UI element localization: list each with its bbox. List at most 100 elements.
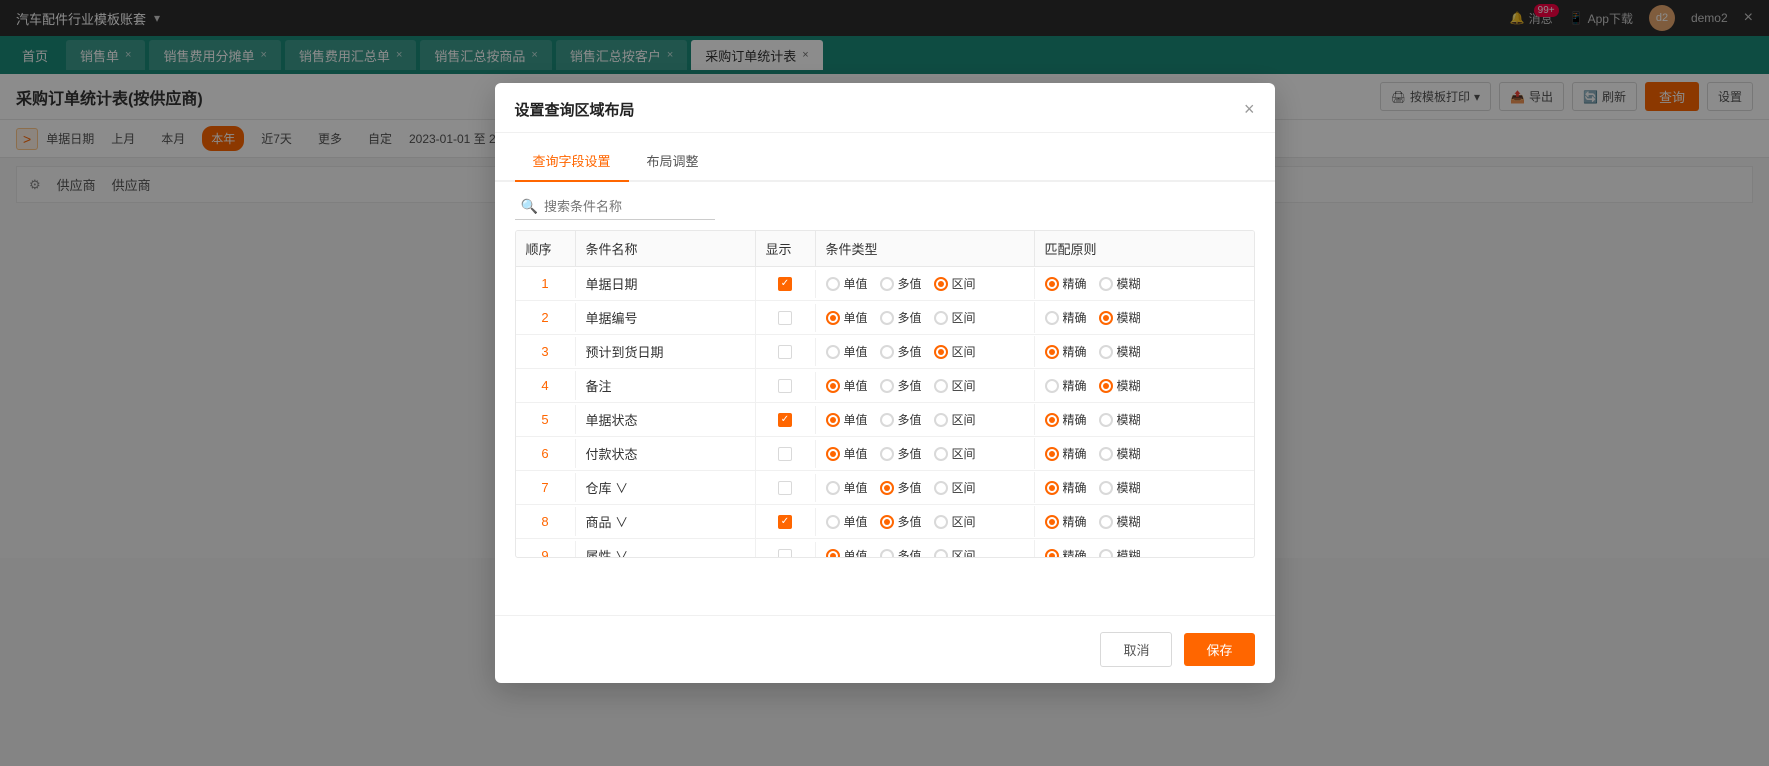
search-input[interactable]: [544, 199, 694, 214]
cell-condition-type: 单值 多值 区间: [816, 336, 1035, 367]
radio-range-label: 区间: [952, 309, 976, 326]
match-exact[interactable]: 精确: [1045, 275, 1087, 292]
display-checkbox[interactable]: [778, 413, 792, 427]
cancel-button[interactable]: 取消: [1100, 632, 1172, 667]
radio-exact-dot: [1045, 481, 1059, 495]
radio-range-label: 区间: [952, 343, 976, 360]
match-exact[interactable]: 精确: [1045, 445, 1087, 462]
condition-multi[interactable]: 多值: [880, 343, 922, 360]
display-checkbox[interactable]: [778, 549, 792, 558]
condition-multi[interactable]: 多值: [880, 411, 922, 428]
display-checkbox[interactable]: [778, 277, 792, 291]
radio-multi-label: 多值: [898, 377, 922, 394]
condition-range[interactable]: 区间: [934, 343, 976, 360]
match-fuzzy[interactable]: 模糊: [1099, 377, 1141, 394]
condition-single[interactable]: 单值: [826, 479, 868, 496]
cell-display[interactable]: [756, 304, 816, 332]
match-exact[interactable]: 精确: [1045, 547, 1087, 557]
match-exact[interactable]: 精确: [1045, 377, 1087, 394]
radio-exact-label: 精确: [1063, 513, 1087, 530]
radio-fuzzy-dot: [1099, 345, 1113, 359]
radio-single-dot: [826, 379, 840, 393]
condition-multi[interactable]: 多值: [880, 479, 922, 496]
radio-fuzzy-dot: [1099, 515, 1113, 529]
dialog-close-button[interactable]: ×: [1244, 99, 1255, 120]
display-checkbox[interactable]: [778, 311, 792, 325]
dialog-tab-fields[interactable]: 查询字段设置: [515, 145, 629, 182]
condition-range[interactable]: 区间: [934, 309, 976, 326]
search-wrapper: 🔍: [515, 194, 715, 220]
radio-range-label: 区间: [952, 275, 976, 292]
match-exact[interactable]: 精确: [1045, 479, 1087, 496]
condition-range[interactable]: 区间: [934, 275, 976, 292]
cell-display[interactable]: [756, 440, 816, 468]
condition-single[interactable]: 单值: [826, 309, 868, 326]
radio-exact-dot: [1045, 379, 1059, 393]
cell-display[interactable]: [756, 406, 816, 434]
search-icon: 🔍: [521, 198, 538, 215]
condition-range[interactable]: 区间: [934, 411, 976, 428]
condition-range[interactable]: 区间: [934, 513, 976, 530]
radio-range-dot: [934, 379, 948, 393]
condition-multi[interactable]: 多值: [880, 547, 922, 557]
radio-exact-label: 精确: [1063, 275, 1087, 292]
condition-single[interactable]: 单值: [826, 343, 868, 360]
condition-single[interactable]: 单值: [826, 513, 868, 530]
radio-single-label: 单值: [844, 479, 868, 496]
match-fuzzy[interactable]: 模糊: [1099, 445, 1141, 462]
cell-match-rule: 精确 模糊: [1035, 438, 1254, 469]
display-checkbox[interactable]: [778, 515, 792, 529]
condition-single[interactable]: 单值: [826, 377, 868, 394]
radio-fuzzy-label: 模糊: [1117, 445, 1141, 462]
dialog-tab-layout[interactable]: 布局调整: [629, 145, 717, 182]
cell-match-rule: 精确 模糊: [1035, 404, 1254, 435]
match-rule-group: 精确 模糊: [1045, 343, 1141, 360]
match-fuzzy[interactable]: 模糊: [1099, 479, 1141, 496]
match-exact[interactable]: 精确: [1045, 513, 1087, 530]
condition-single[interactable]: 单值: [826, 547, 868, 557]
dialog-table: 顺序 条件名称 显示 条件类型 匹配原则 1单据日期 单值 多值 区间: [515, 230, 1255, 558]
cell-display[interactable]: [756, 372, 816, 400]
condition-range[interactable]: 区间: [934, 479, 976, 496]
condition-range[interactable]: 区间: [934, 377, 976, 394]
radio-range-dot: [934, 515, 948, 529]
match-fuzzy[interactable]: 模糊: [1099, 275, 1141, 292]
cell-order: 2: [516, 303, 576, 332]
cell-display[interactable]: [756, 508, 816, 536]
condition-multi[interactable]: 多值: [880, 445, 922, 462]
condition-single[interactable]: 单值: [826, 275, 868, 292]
cell-display[interactable]: [756, 474, 816, 502]
radio-multi-label: 多值: [898, 445, 922, 462]
match-exact[interactable]: 精确: [1045, 309, 1087, 326]
cell-name: 仓库 ∨: [576, 471, 756, 504]
display-checkbox[interactable]: [778, 379, 792, 393]
condition-single[interactable]: 单值: [826, 411, 868, 428]
cell-order: 6: [516, 439, 576, 468]
condition-range[interactable]: 区间: [934, 547, 976, 557]
cell-display[interactable]: [756, 338, 816, 366]
cell-name: 属性 ∨: [576, 539, 756, 557]
condition-single[interactable]: 单值: [826, 445, 868, 462]
match-fuzzy[interactable]: 模糊: [1099, 343, 1141, 360]
match-exact[interactable]: 精确: [1045, 343, 1087, 360]
condition-multi[interactable]: 多值: [880, 513, 922, 530]
condition-multi[interactable]: 多值: [880, 377, 922, 394]
match-fuzzy[interactable]: 模糊: [1099, 411, 1141, 428]
condition-multi[interactable]: 多值: [880, 275, 922, 292]
cell-display[interactable]: [756, 542, 816, 558]
condition-range[interactable]: 区间: [934, 445, 976, 462]
match-fuzzy[interactable]: 模糊: [1099, 513, 1141, 530]
display-checkbox[interactable]: [778, 447, 792, 461]
cell-display[interactable]: [756, 270, 816, 298]
match-fuzzy[interactable]: 模糊: [1099, 309, 1141, 326]
radio-exact-dot: [1045, 515, 1059, 529]
radio-exact-label: 精确: [1063, 411, 1087, 428]
display-checkbox[interactable]: [778, 481, 792, 495]
save-button[interactable]: 保存: [1184, 633, 1254, 666]
condition-multi[interactable]: 多值: [880, 309, 922, 326]
display-checkbox[interactable]: [778, 345, 792, 359]
radio-fuzzy-label: 模糊: [1117, 343, 1141, 360]
match-exact[interactable]: 精确: [1045, 411, 1087, 428]
dialog-tab-layout-label: 布局调整: [647, 154, 699, 169]
match-fuzzy[interactable]: 模糊: [1099, 547, 1141, 557]
